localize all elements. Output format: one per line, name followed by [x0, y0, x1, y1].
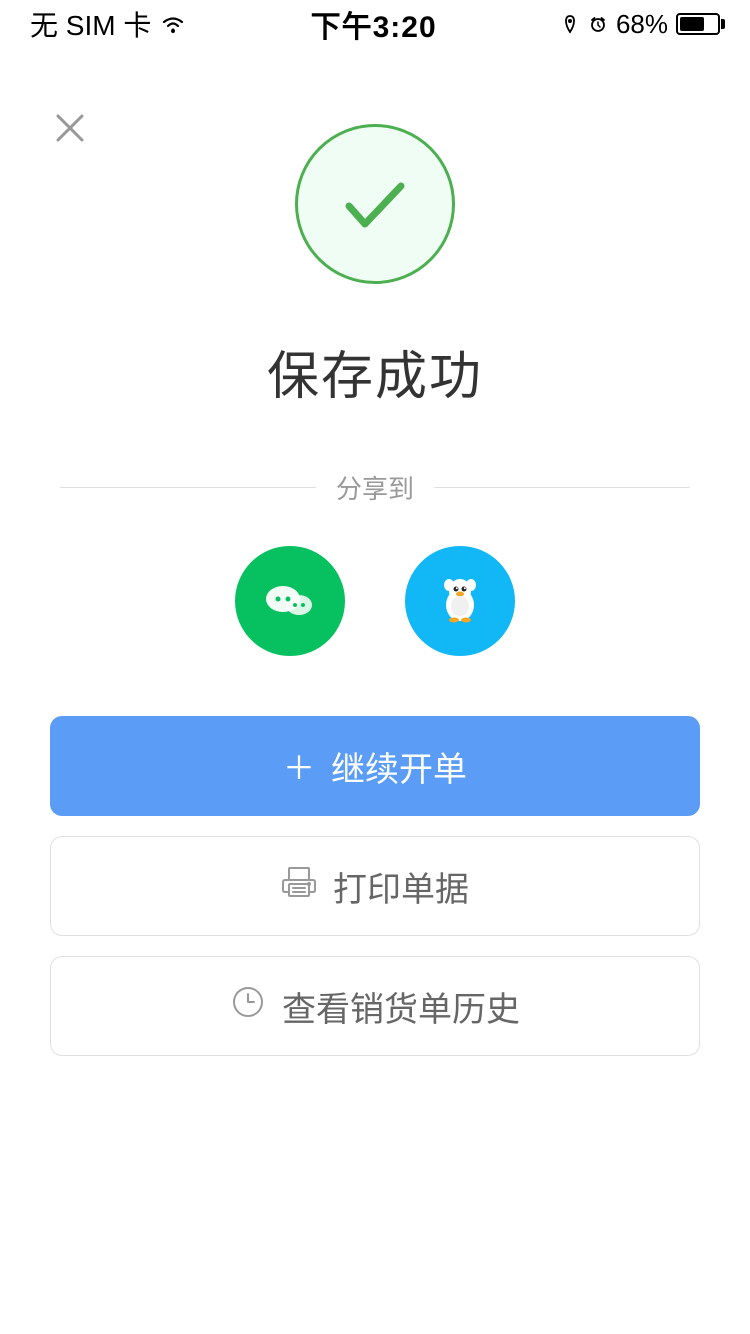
print-button[interactable]: 打印单据	[50, 836, 700, 936]
battery-icon	[676, 13, 720, 35]
view-history-button[interactable]: 查看销货单历史	[50, 956, 700, 1056]
actions: ＋ 继续开单 打印单据	[0, 716, 750, 1056]
close-button[interactable]	[40, 98, 100, 158]
status-left: 无 SIM 卡	[30, 4, 187, 44]
print-label: 打印单据	[333, 862, 469, 911]
battery-percent: 68%	[616, 9, 668, 40]
share-icons	[235, 546, 515, 656]
plus-icon: ＋	[283, 743, 315, 789]
continue-order-label: 继续开单	[331, 742, 467, 791]
wifi-icon	[159, 14, 187, 34]
checkmark-icon	[335, 164, 415, 244]
share-section: 分享到	[0, 469, 750, 656]
no-sim-label: 无 SIM 卡	[30, 4, 151, 44]
qq-icon	[428, 569, 492, 633]
alarm-icon	[588, 14, 608, 34]
close-icon	[52, 110, 88, 146]
divider-left	[60, 487, 316, 488]
print-icon	[281, 864, 317, 908]
success-title: 保存成功	[267, 334, 483, 409]
share-divider: 分享到	[0, 469, 750, 506]
continue-order-button[interactable]: ＋ 继续开单	[50, 716, 700, 816]
location-icon	[560, 14, 580, 34]
wechat-share-button[interactable]	[235, 546, 345, 656]
history-label: 查看销货单历史	[282, 982, 520, 1031]
divider-right	[434, 487, 690, 488]
history-icon	[230, 984, 266, 1028]
status-bar: 无 SIM 卡 下午3:20 68%	[0, 0, 750, 44]
status-right: 68%	[560, 9, 720, 40]
success-circle	[295, 124, 455, 284]
share-label: 分享到	[336, 469, 414, 506]
main-content: 保存成功 分享到	[0, 44, 750, 1334]
wechat-icon	[258, 569, 322, 633]
qq-share-button[interactable]	[405, 546, 515, 656]
status-time: 下午3:20	[311, 2, 437, 46]
